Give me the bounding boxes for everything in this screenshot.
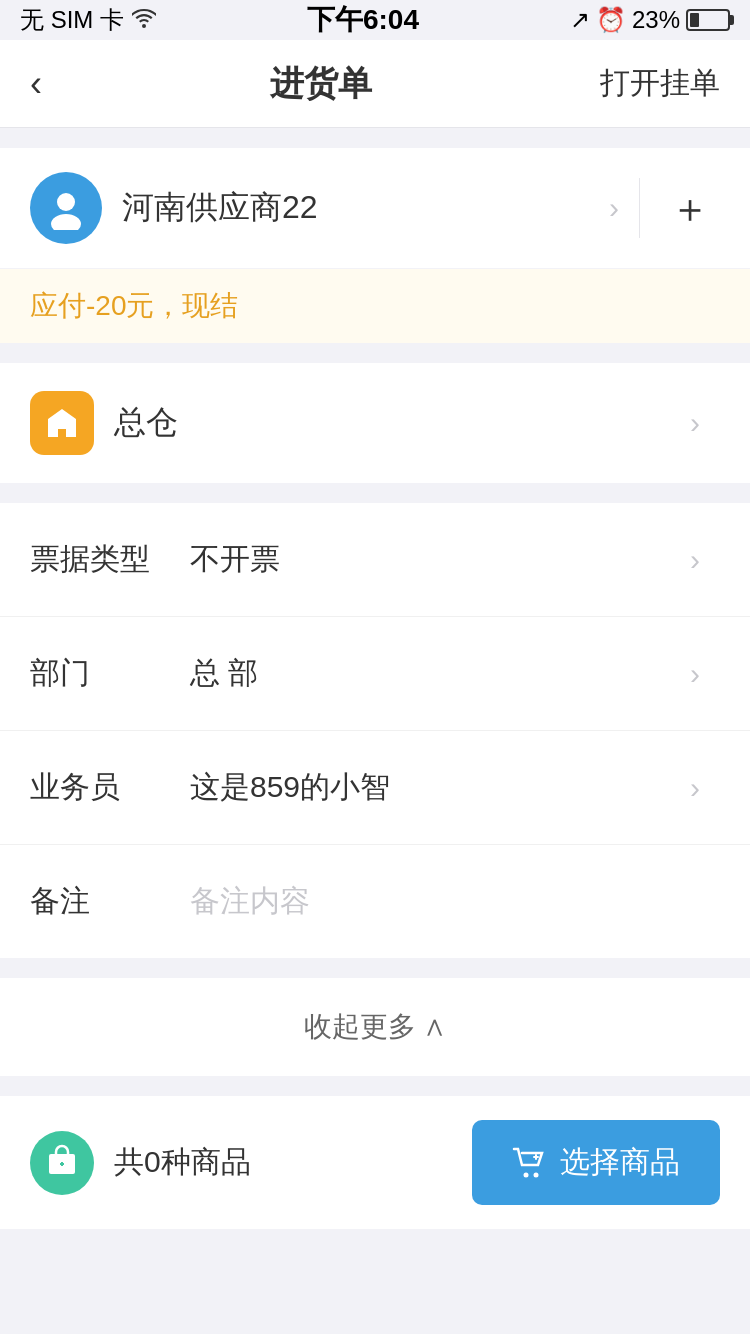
notice-row: 应付-20元，现结 (0, 269, 750, 343)
salesperson-row[interactable]: 业务员 这是859的小智 › (0, 731, 750, 845)
battery-percent: 23% (632, 6, 680, 34)
product-count: 共0种商品 (114, 1142, 452, 1183)
alarm-icon: ⏰ (596, 6, 626, 34)
department-label: 部门 (30, 653, 160, 694)
page-title: 进货单 (270, 61, 372, 107)
open-pending-button[interactable]: 打开挂单 (600, 63, 720, 104)
supplier-name[interactable]: 河南供应商22 (122, 186, 609, 230)
separator (639, 178, 640, 238)
department-value: 总 部 (160, 653, 690, 694)
svg-point-4 (534, 1172, 539, 1177)
salesperson-label: 业务员 (30, 767, 160, 808)
svg-point-0 (57, 193, 75, 211)
invoice-type-chevron-icon: › (690, 543, 700, 577)
warehouse-icon (30, 391, 94, 455)
gap-1 (0, 128, 750, 148)
svg-point-1 (51, 214, 81, 230)
invoice-type-label: 票据类型 (30, 539, 160, 580)
battery-icon (686, 9, 730, 31)
department-row[interactable]: 部门 总 部 › (0, 617, 750, 731)
back-button[interactable]: ‹ (30, 63, 42, 105)
status-left: 无 SIM 卡 (20, 4, 156, 36)
supplier-chevron-icon: › (609, 191, 619, 225)
salesperson-value: 这是859的小智 (160, 767, 690, 808)
add-supplier-button[interactable]: ＋ (660, 181, 720, 236)
status-bar: 无 SIM 卡 下午6:04 ↗ ⏰ 23% (0, 0, 750, 40)
nav-bar: ‹ 进货单 打开挂单 (0, 40, 750, 128)
carrier-label: 无 SIM 卡 (20, 4, 124, 36)
select-product-label: 选择商品 (560, 1142, 680, 1183)
form-section: 票据类型 不开票 › 部门 总 部 › 业务员 这是859的小智 › 备注 备注… (0, 503, 750, 958)
status-right: ↗ ⏰ 23% (570, 6, 730, 34)
svg-point-3 (524, 1172, 529, 1177)
invoice-type-value: 不开票 (160, 539, 690, 580)
salesperson-chevron-icon: › (690, 771, 700, 805)
warehouse-section[interactable]: 总仓 › (0, 363, 750, 483)
product-icon (30, 1131, 94, 1195)
select-product-button[interactable]: 选择商品 (472, 1120, 720, 1205)
collapse-row[interactable]: 收起更多 ∧ (0, 978, 750, 1076)
warehouse-chevron-icon: › (690, 406, 700, 440)
collapse-label: 收起更多 ∧ (304, 1008, 447, 1046)
supplier-avatar (30, 172, 102, 244)
warehouse-name: 总仓 (114, 401, 690, 445)
remark-row[interactable]: 备注 备注内容 (0, 845, 750, 958)
status-time: 下午6:04 (307, 1, 419, 39)
invoice-type-row[interactable]: 票据类型 不开票 › (0, 503, 750, 617)
supplier-section: 河南供应商22 › ＋ (0, 148, 750, 269)
department-chevron-icon: › (690, 657, 700, 691)
notice-text: 应付-20元，现结 (30, 290, 238, 321)
remark-label: 备注 (30, 881, 160, 922)
location-icon: ↗ (570, 6, 590, 34)
cart-icon (512, 1147, 548, 1179)
wifi-icon (132, 6, 156, 34)
bottom-bar: 共0种商品 选择商品 (0, 1096, 750, 1229)
remark-placeholder[interactable]: 备注内容 (160, 881, 720, 922)
